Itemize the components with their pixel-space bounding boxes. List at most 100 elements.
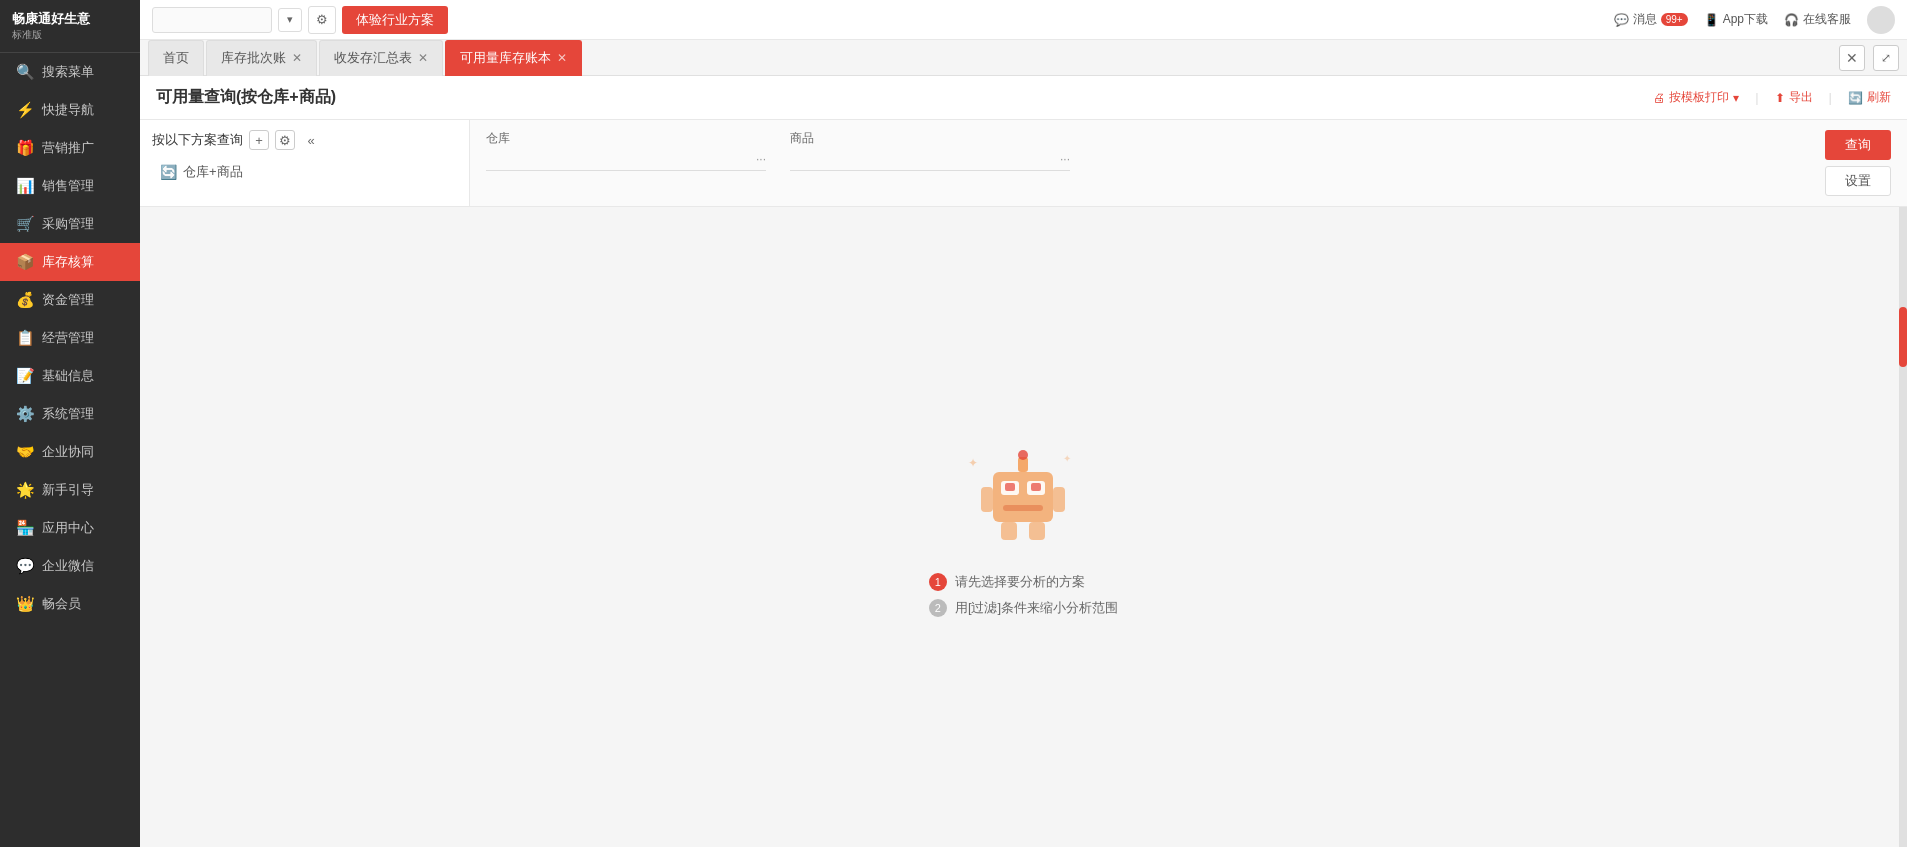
sidebar-logo-title: 畅康通好生意 (12, 10, 128, 28)
tab-batch-account[interactable]: 库存批次账 ✕ (206, 40, 317, 76)
sidebar-icon-purchase: 🛒 (16, 215, 34, 233)
sidebar-label-basic: 基础信息 (42, 367, 94, 385)
sidebar-item-marketing[interactable]: 🎁 营销推广 (0, 129, 140, 167)
sidebar-item-shortcuts[interactable]: ⚡ 快捷导航 (0, 91, 140, 129)
collapse-scheme-btn[interactable]: « (301, 130, 321, 150)
product-field-group: 商品 ··· (790, 130, 1070, 171)
sidebar-icon-shortcuts: ⚡ (16, 101, 34, 119)
query-actions: 查询 设置 (1809, 120, 1907, 206)
right-scrollbar[interactable] (1899, 207, 1907, 847)
add-scheme-btn[interactable]: + (249, 130, 269, 150)
scheme-label: 按以下方案查询 (152, 131, 243, 149)
tab-close-batch-account[interactable]: ✕ (292, 51, 302, 65)
sidebar-label-appstore: 应用中心 (42, 519, 94, 537)
sidebar-item-basic[interactable]: 📝 基础信息 (0, 357, 140, 395)
phone-icon: 📱 (1704, 13, 1719, 27)
divider1: | (1755, 90, 1758, 105)
query-button[interactable]: 查询 (1825, 130, 1891, 160)
divider2: | (1829, 90, 1832, 105)
sidebar-item-operations[interactable]: 📋 经营管理 (0, 319, 140, 357)
sidebar-item-newbie[interactable]: 🌟 新手引导 (0, 471, 140, 509)
warehouse-label: 仓库 (486, 130, 766, 147)
tabs-expand-btn[interactable]: ⤢ (1873, 45, 1899, 71)
empty-state: ✦ ✦ 1 请先选择要分析的方案 2 用[过滤]条件来缩小分析范围 (929, 437, 1118, 617)
warehouse-field-group: 仓库 ··· (486, 130, 766, 171)
topbar-search-input[interactable] (152, 7, 272, 33)
svg-rect-10 (1001, 522, 1017, 540)
scheme-item-warehouse-product[interactable]: 🔄 仓库+商品 (152, 158, 457, 186)
tab-label-available-qty: 可用量库存账本 (460, 49, 551, 67)
sidebar-item-finance[interactable]: 💰 资金管理 (0, 281, 140, 319)
tab-receipt-summary[interactable]: 收发存汇总表✕ (319, 40, 443, 76)
app-download-item[interactable]: 📱 App下载 (1704, 11, 1768, 28)
refresh-icon: 🔄 (1848, 91, 1863, 105)
sidebar-icon-appstore: 🏪 (16, 519, 34, 537)
export-icon: ⬆ (1775, 91, 1785, 105)
refresh-action[interactable]: 🔄 刷新 (1848, 89, 1891, 106)
sidebar-item-inventory[interactable]: 📦 库存核算 (0, 243, 140, 281)
query-fields-panel: 仓库 ··· 商品 ··· (470, 120, 1809, 206)
export-action[interactable]: ⬆ 导出 (1775, 89, 1813, 106)
svg-rect-11 (1029, 522, 1045, 540)
warehouse-field-input: ··· (486, 151, 766, 171)
notification-item[interactable]: 💬 消息 99+ (1614, 11, 1688, 28)
svg-rect-0 (993, 472, 1053, 522)
hint-item-1: 1 请先选择要分析的方案 (929, 573, 1118, 591)
sidebar-item-appstore[interactable]: 🏪 应用中心 (0, 509, 140, 547)
sidebar-item-purchase[interactable]: 🛒 采购管理 (0, 205, 140, 243)
tab-home[interactable]: 首页 (148, 40, 204, 76)
sidebar-label-newbie: 新手引导 (42, 481, 94, 499)
tab-label-home: 首页 (163, 49, 189, 67)
tab-close-available-qty[interactable]: ✕ (557, 51, 567, 65)
edit-scheme-btn[interactable]: ⚙ (275, 130, 295, 150)
sidebar: 畅康通好生意 标准版 🔍 搜索菜单 ⚡ 快捷导航 🎁 营销推广 📊 销售管理 🛒… (0, 0, 140, 847)
sidebar-header: 畅康通好生意 标准版 (0, 0, 140, 53)
query-scheme-panel: 按以下方案查询 + ⚙ « 🔄 仓库+商品 (140, 120, 470, 206)
sidebar-label-marketing: 营销推广 (42, 139, 94, 157)
hint-num-2: 2 (929, 599, 947, 617)
product-input[interactable] (790, 151, 1054, 166)
notification-badge: 99+ (1661, 13, 1688, 26)
app-download-label: App下载 (1723, 11, 1768, 28)
sidebar-item-wechat[interactable]: 💬 企业微信 (0, 547, 140, 585)
tab-close-receipt-summary[interactable]: ✕ (418, 51, 428, 65)
tabs-right: ✕ ⤢ (1839, 45, 1907, 71)
sidebar-icon-member: 👑 (16, 595, 34, 613)
sidebar-item-enterprise[interactable]: 🤝 企业协同 (0, 433, 140, 471)
online-service-label: 在线客服 (1803, 11, 1851, 28)
headset-icon: 🎧 (1784, 13, 1799, 27)
export-label: 导出 (1789, 89, 1813, 106)
topbar: ▾ ⚙ 体验行业方案 💬 消息 99+ 📱 App下载 🎧 在线客服 (140, 0, 1907, 40)
product-more-btn[interactable]: ··· (1060, 152, 1070, 166)
sidebar-icon-marketing: 🎁 (16, 139, 34, 157)
sidebar-item-search[interactable]: 🔍 搜索菜单 (0, 53, 140, 91)
svg-rect-3 (1005, 483, 1015, 491)
topbar-dropdown-btn[interactable]: ▾ (278, 8, 302, 32)
scheme-item-icon: 🔄 (160, 164, 177, 180)
tab-available-qty[interactable]: 可用量库存账本 ✕ (445, 40, 582, 76)
notification-label: 消息 (1633, 11, 1657, 28)
sidebar-icon-operations: 📋 (16, 329, 34, 347)
main: ▾ ⚙ 体验行业方案 💬 消息 99+ 📱 App下载 🎧 在线客服 首页库存批… (140, 0, 1907, 847)
online-service-item[interactable]: 🎧 在线客服 (1784, 11, 1851, 28)
sidebar-item-member[interactable]: 👑 畅会员 (0, 585, 140, 623)
sidebar-icon-newbie: 🌟 (16, 481, 34, 499)
sidebar-icon-finance: 💰 (16, 291, 34, 309)
topbar-gear-btn[interactable]: ⚙ (308, 6, 336, 34)
warehouse-input[interactable] (486, 151, 750, 166)
empty-hints: 1 请先选择要分析的方案 2 用[过滤]条件来缩小分析范围 (929, 573, 1118, 617)
print-icon: 🖨 (1653, 91, 1665, 105)
sidebar-item-sales[interactable]: 📊 销售管理 (0, 167, 140, 205)
print-template-action[interactable]: 🖨 按模板打印 ▾ (1653, 89, 1739, 106)
svg-point-7 (1018, 450, 1028, 460)
refresh-label: 刷新 (1867, 89, 1891, 106)
trial-btn[interactable]: 体验行业方案 (342, 6, 448, 34)
sidebar-item-system[interactable]: ⚙️ 系统管理 (0, 395, 140, 433)
avatar[interactable] (1867, 6, 1895, 34)
tabs-close-btn[interactable]: ✕ (1839, 45, 1865, 71)
setting-button[interactable]: 设置 (1825, 166, 1891, 196)
topbar-right: 💬 消息 99+ 📱 App下载 🎧 在线客服 (1614, 6, 1895, 34)
warehouse-more-btn[interactable]: ··· (756, 152, 766, 166)
svg-rect-4 (1031, 483, 1041, 491)
tab-label-batch-account: 库存批次账 (221, 49, 286, 67)
